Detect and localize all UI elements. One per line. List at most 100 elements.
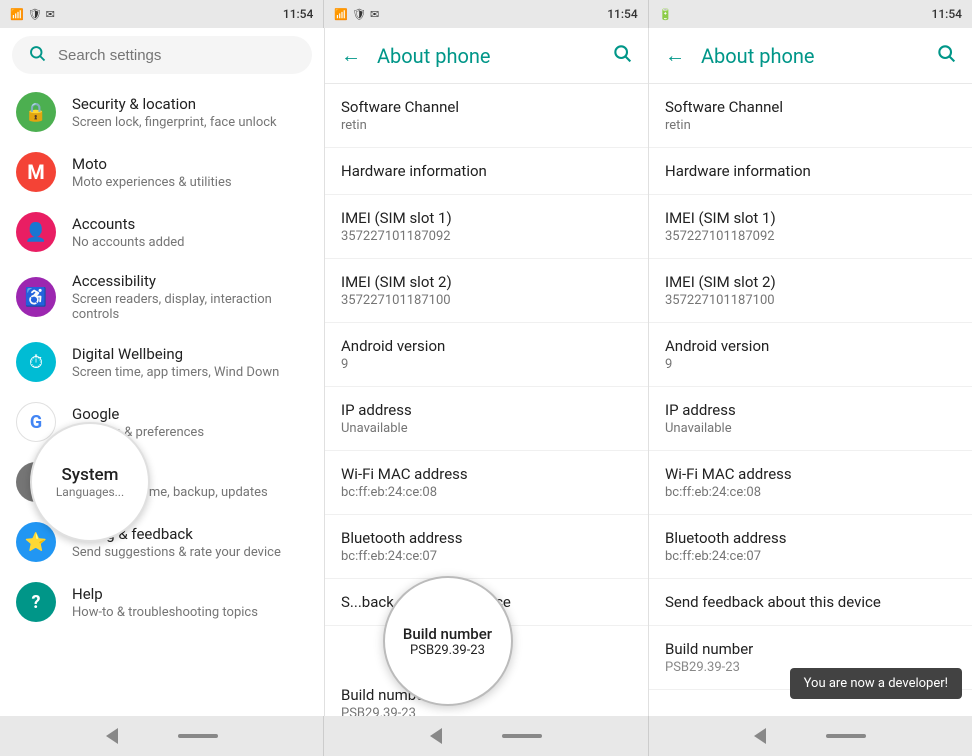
info-hardware-info-r[interactable]: Hardware information (649, 148, 972, 195)
settings-item-accounts[interactable]: 👤 Accounts No accounts added (0, 202, 324, 262)
search-bar[interactable] (12, 36, 312, 74)
imei2-value-r: 357227101187100 (665, 293, 956, 308)
security-title: Security & location (72, 95, 308, 113)
build-number-circle: Build number PSB29.39-23 (383, 576, 513, 706)
accessibility-icon: ♿ (16, 277, 56, 317)
panel-title-right: About phone (701, 44, 936, 68)
home-nav-pill[interactable] (178, 734, 218, 738)
search-icon (28, 44, 46, 66)
android-version-title-r: Android version (665, 337, 956, 355)
bottom-nav-section-2 (324, 716, 648, 756)
info-ip-address[interactable]: IP address Unavailable (325, 387, 648, 451)
shield-icon: 🛡 (28, 8, 42, 21)
build-circle-value: PSB29.39-23 (410, 643, 485, 658)
search-header-icon-right[interactable] (936, 43, 956, 68)
wifi-mac-title-r: Wi-Fi MAC address (665, 465, 956, 483)
send-feedback-title-r: Send feedback about this device (665, 593, 956, 611)
wifi-mac-value-r: bc:ff:eb:24:ce:08 (665, 485, 956, 500)
accounts-icon: 👤 (16, 212, 56, 252)
info-imei2-r[interactable]: IMEI (SIM slot 2) 357227101187100 (649, 259, 972, 323)
back-nav-btn[interactable] (106, 728, 118, 744)
digital-wellbeing-subtitle: Screen time, app timers, Wind Down (72, 365, 308, 380)
info-wifi-mac[interactable]: Wi-Fi MAC address bc:ff:eb:24:ce:08 (325, 451, 648, 515)
status-icons-3: 🔋 (659, 8, 673, 21)
help-subtitle: How-to & troubleshooting topics (72, 605, 308, 620)
home-nav-pill-2[interactable] (502, 734, 542, 738)
info-hardware-info[interactable]: Hardware information (325, 148, 648, 195)
info-bluetooth[interactable]: Bluetooth address bc:ff:eb:24:ce:07 (325, 515, 648, 579)
ip-address-title-r: IP address (665, 401, 956, 419)
panel-content-middle: Software Channel retin Hardware informat… (325, 84, 648, 716)
back-nav-btn-3[interactable] (754, 728, 766, 744)
back-arrow-middle[interactable]: ← (341, 43, 361, 68)
info-bluetooth-r[interactable]: Bluetooth address bc:ff:eb:24:ce:07 (649, 515, 972, 579)
digital-wellbeing-title: Digital Wellbeing (72, 345, 308, 363)
build-number-value: PSB29.39-23 (341, 706, 632, 716)
shield2-icon: 🛡 (352, 8, 366, 21)
settings-item-security[interactable]: 🔒 Security & location Screen lock, finge… (0, 82, 324, 142)
info-imei2[interactable]: IMEI (SIM slot 2) 357227101187100 (325, 259, 648, 323)
google-title: Google (72, 405, 308, 423)
settings-item-digital-wellbeing[interactable]: ⏱ Digital Wellbeing Screen time, app tim… (0, 332, 324, 392)
android-version-value: 9 (341, 357, 632, 372)
home-nav-pill-3[interactable] (826, 734, 866, 738)
status-icons-2: 📶 🛡 ✉ (334, 8, 379, 21)
settings-item-accessibility[interactable]: ♿ Accessibility Screen readers, display,… (0, 262, 324, 332)
status-icons-1: 📶 🛡 ✉ (10, 8, 55, 21)
info-build-number[interactable]: Build number PSB29.39-23 Build number PS… (325, 626, 648, 716)
bottom-nav (0, 716, 972, 756)
imei1-value: 357227101187092 (341, 229, 632, 244)
status-bar: 📶 🛡 ✉ 11:54 📶 🛡 ✉ 11:54 🔋 11:54 (0, 0, 972, 28)
info-send-feedback-r[interactable]: Send feedback about this device (649, 579, 972, 626)
build-number-title-r: Build number (665, 640, 956, 658)
system-circle-subtitle: Languages... (56, 485, 124, 499)
accounts-subtitle: No accounts added (72, 235, 308, 250)
settings-item-system[interactable]: ℹ System Languages, time, backup, update… (0, 452, 324, 512)
search-header-icon-middle[interactable] (612, 43, 632, 68)
status-panel-2: 📶 🛡 ✉ 11:54 (324, 0, 648, 28)
software-channel-title: Software Channel (341, 98, 632, 116)
back-nav-btn-2[interactable] (430, 728, 442, 744)
security-subtitle: Screen lock, fingerprint, face unlock (72, 115, 308, 130)
sim-icon: 📶 (10, 8, 24, 21)
status-panel-3: 🔋 11:54 (649, 0, 972, 28)
wifi-mac-value: bc:ff:eb:24:ce:08 (341, 485, 632, 500)
software-channel-value-r: retin (665, 118, 956, 133)
accounts-title: Accounts (72, 215, 308, 233)
info-imei1[interactable]: IMEI (SIM slot 1) 357227101187092 (325, 195, 648, 259)
imei1-title: IMEI (SIM slot 1) (341, 209, 632, 227)
android-version-value-r: 9 (665, 357, 956, 372)
info-software-channel-r[interactable]: Software Channel retin (649, 84, 972, 148)
developer-toast: You are now a developer! (790, 668, 962, 699)
search-input[interactable] (58, 47, 296, 64)
info-android-version[interactable]: Android version 9 (325, 323, 648, 387)
accounts-text: Accounts No accounts added (72, 215, 308, 250)
status-time-1: 11:54 (283, 7, 313, 21)
hardware-info-title: Hardware information (341, 162, 632, 180)
rating-icon: ⭐ (16, 522, 56, 562)
back-arrow-right[interactable]: ← (665, 43, 685, 68)
help-icon: ? (16, 582, 56, 622)
imei2-title-r: IMEI (SIM slot 2) (665, 273, 956, 291)
main-layout: 🔒 Security & location Screen lock, finge… (0, 28, 972, 716)
bottom-nav-section-1 (0, 716, 324, 756)
settings-item-help[interactable]: ? Help How-to & troubleshooting topics (0, 572, 324, 632)
system-tooltip-circle: System Languages... (30, 422, 150, 542)
software-channel-title-r: Software Channel (665, 98, 956, 116)
info-imei1-r[interactable]: IMEI (SIM slot 1) 357227101187092 (649, 195, 972, 259)
bluetooth-value: bc:ff:eb:24:ce:07 (341, 549, 632, 564)
moto-title: Moto (72, 155, 308, 173)
info-software-channel[interactable]: Software Channel retin (325, 84, 648, 148)
imei1-value-r: 357227101187092 (665, 229, 956, 244)
digital-wellbeing-icon: ⏱ (16, 342, 56, 382)
info-android-version-r[interactable]: Android version 9 (649, 323, 972, 387)
security-text: Security & location Screen lock, fingerp… (72, 95, 308, 130)
help-text: Help How-to & troubleshooting topics (72, 585, 308, 620)
accessibility-title: Accessibility (72, 272, 308, 290)
info-wifi-mac-r[interactable]: Wi-Fi MAC address bc:ff:eb:24:ce:08 (649, 451, 972, 515)
settings-item-moto[interactable]: M Moto Moto experiences & utilities (0, 142, 324, 202)
info-ip-address-r[interactable]: IP address Unavailable (649, 387, 972, 451)
system-circle-title: System (62, 465, 119, 485)
about-phone-panel-middle: ← About phone Software Channel retin Har… (325, 28, 649, 716)
software-channel-value: retin (341, 118, 632, 133)
